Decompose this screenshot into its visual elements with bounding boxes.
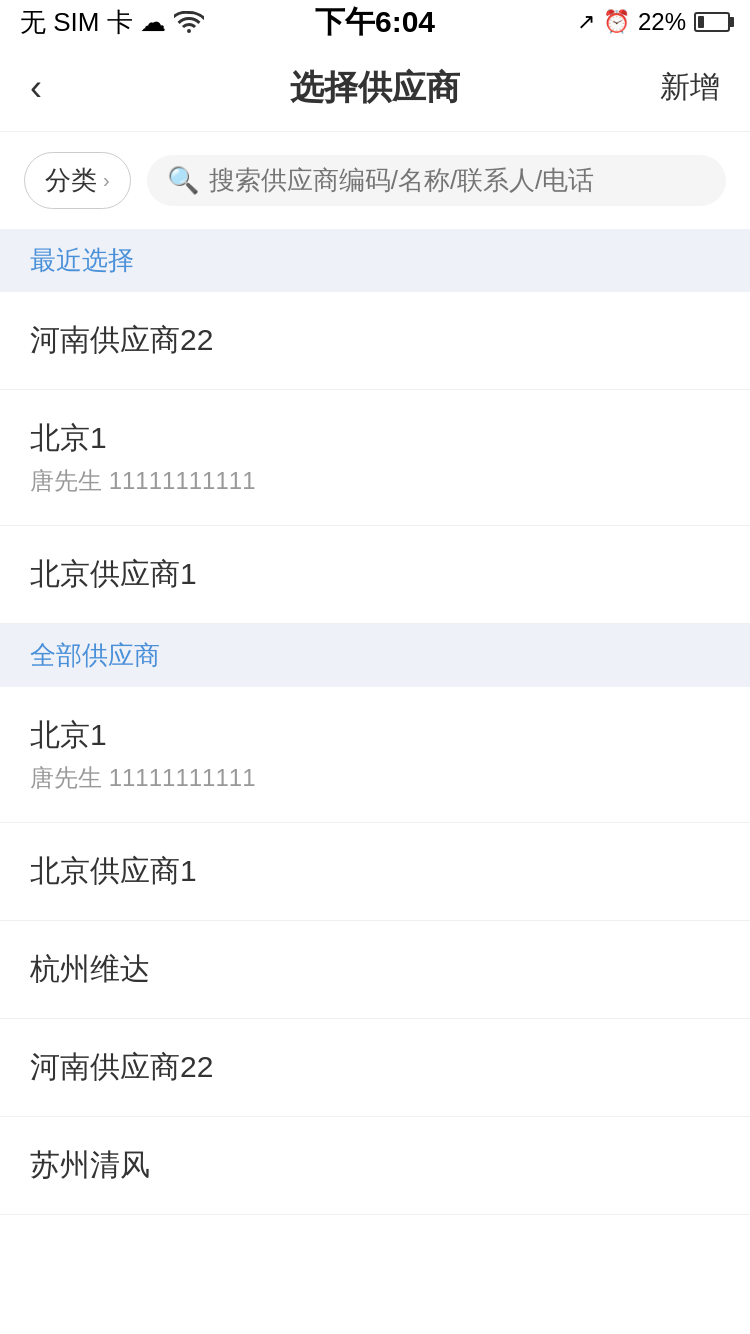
item-name: 河南供应商22 — [30, 1047, 720, 1088]
item-name: 河南供应商22 — [30, 320, 720, 361]
list-item[interactable]: 河南供应商22 — [0, 1019, 750, 1117]
nav-bar: ‹ 选择供应商 新增 — [0, 44, 750, 132]
search-icon: 🔍 — [167, 165, 199, 196]
category-label: 分类 — [45, 163, 97, 198]
item-sub: 唐先生 11111111111 — [30, 465, 720, 497]
status-bar: 无 SIM 卡 ☁ 下午6:04 ↗ ⏰ 22% — [0, 0, 750, 44]
recent-section-label: 最近选择 — [30, 245, 134, 275]
status-right: ↗ ⏰ 22% — [577, 8, 730, 36]
category-button[interactable]: 分类 › — [24, 152, 131, 209]
page-title: 选择供应商 — [290, 65, 460, 111]
item-name: 杭州维达 — [30, 949, 720, 990]
recent-list: 河南供应商22 北京1 唐先生 11111111111 北京供应商1 — [0, 292, 750, 624]
wifi-icon — [174, 11, 204, 33]
list-item[interactable]: 杭州维达 — [0, 921, 750, 1019]
search-box: 🔍 — [147, 155, 726, 206]
all-section-label: 全部供应商 — [30, 640, 160, 670]
location-icon: ↗ — [577, 9, 595, 35]
filter-bar: 分类 › 🔍 — [0, 132, 750, 229]
list-item[interactable]: 北京供应商1 — [0, 823, 750, 921]
recent-section-header: 最近选择 — [0, 229, 750, 292]
add-button[interactable]: 新增 — [660, 67, 720, 108]
all-section-header: 全部供应商 — [0, 624, 750, 687]
item-sub: 唐先生 11111111111 — [30, 762, 720, 794]
item-name: 苏州清风 — [30, 1145, 720, 1186]
item-name: 北京供应商1 — [30, 554, 720, 595]
status-left: 无 SIM 卡 ☁ — [20, 5, 204, 40]
battery-text: 22% — [638, 8, 686, 36]
list-item[interactable]: 苏州清风 — [0, 1117, 750, 1215]
search-input[interactable] — [209, 165, 706, 196]
list-item[interactable]: 北京1 唐先生 11111111111 — [0, 687, 750, 823]
list-item[interactable]: 北京供应商1 — [0, 526, 750, 624]
list-item[interactable]: 河南供应商22 — [0, 292, 750, 390]
battery-icon — [694, 12, 730, 32]
alarm-icon: ⏰ — [603, 9, 630, 35]
status-time: 下午6:04 — [315, 2, 435, 43]
all-list: 北京1 唐先生 11111111111 北京供应商1 杭州维达河南供应商22 苏州清风 — [0, 687, 750, 1215]
item-name: 北京供应商1 — [30, 851, 720, 892]
item-name: 北京1 — [30, 418, 720, 459]
list-item[interactable]: 北京1 唐先生 11111111111 — [0, 390, 750, 526]
back-button[interactable]: ‹ — [30, 67, 90, 109]
item-name: 北京1 — [30, 715, 720, 756]
chevron-right-icon: › — [103, 169, 110, 192]
no-sim-text: 无 SIM 卡 ☁ — [20, 5, 166, 40]
